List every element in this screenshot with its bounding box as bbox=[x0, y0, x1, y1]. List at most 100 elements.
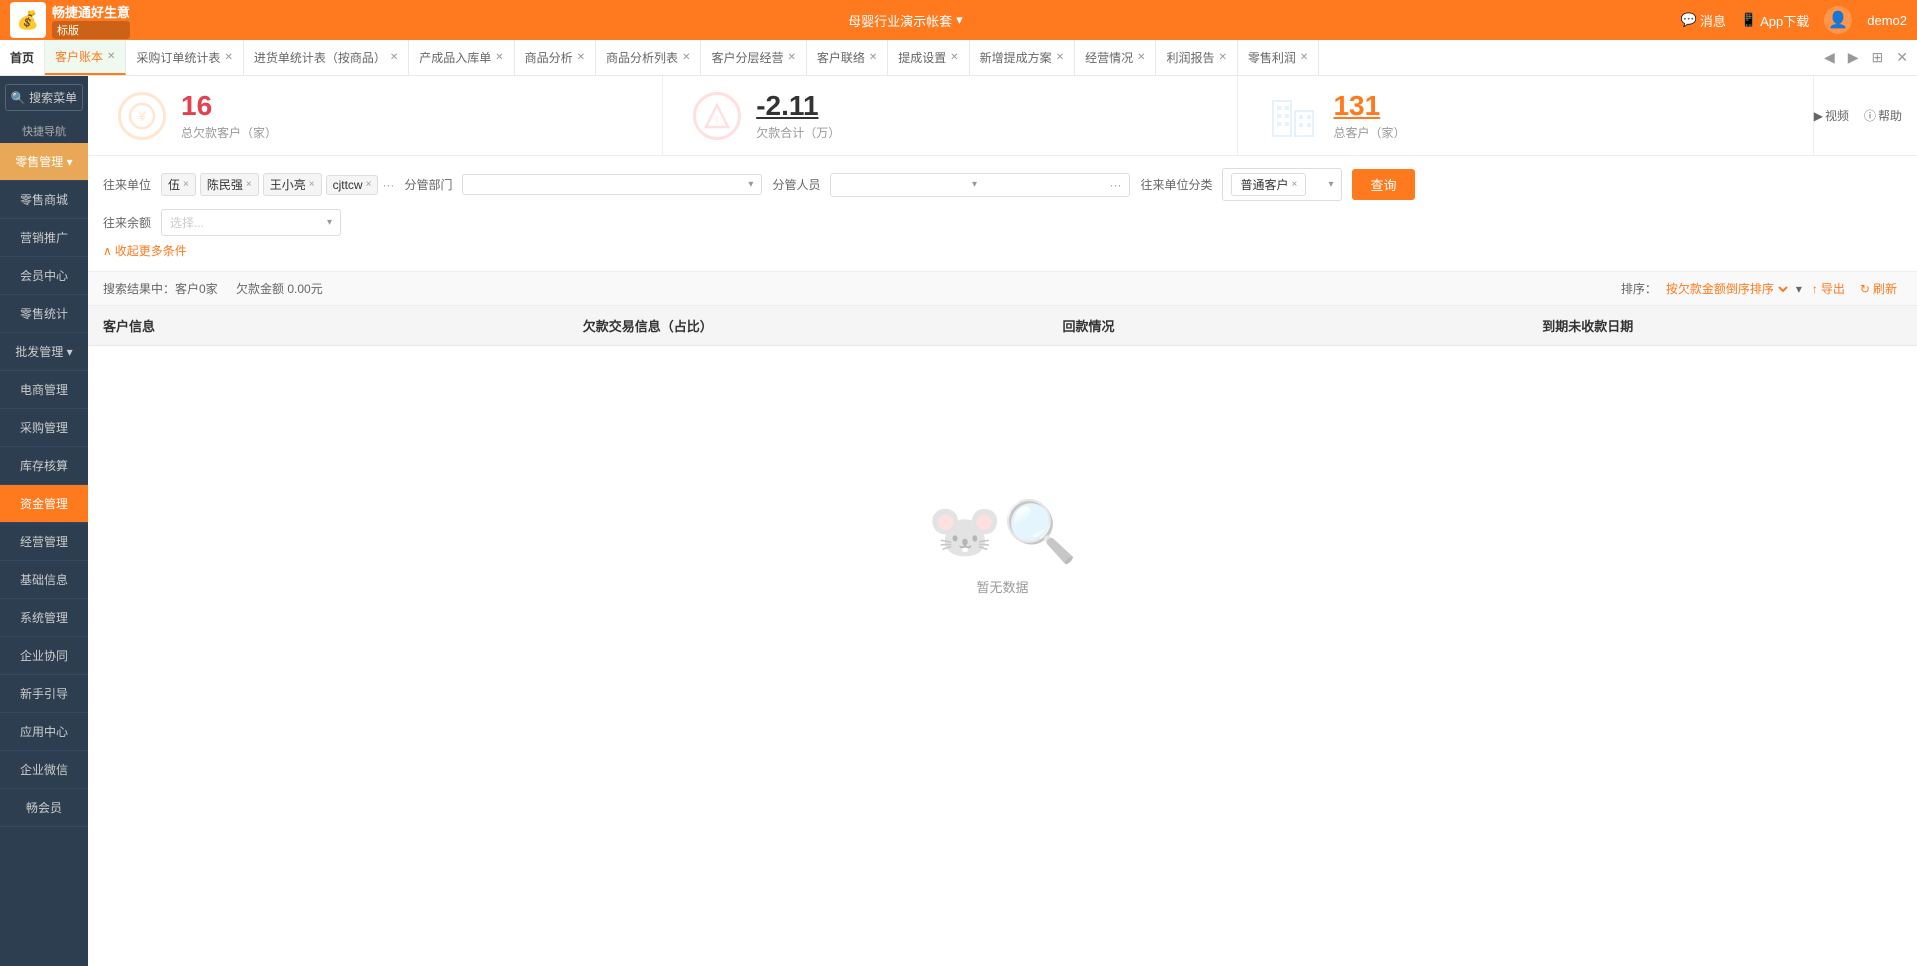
quick-nav-label[interactable]: 快捷导航 bbox=[0, 119, 88, 143]
sidebar-item-purchase-label: 采购管理 bbox=[20, 421, 68, 435]
sidebar-item-operation[interactable]: 经营管理 bbox=[0, 523, 88, 561]
sidebar-item-wechat[interactable]: 企业微信 bbox=[0, 751, 88, 789]
sidebar-item-marketing[interactable]: 营销推广 bbox=[0, 219, 88, 257]
tab-goods-analysis[interactable]: 商品分析 ✕ bbox=[515, 40, 596, 75]
query-button[interactable]: 查询 bbox=[1352, 169, 1414, 200]
header-right: 💬 消息 📱 App下载 👤 demo2 bbox=[1681, 6, 1907, 34]
tab-profit[interactable]: 利润报告 ✕ bbox=[1156, 40, 1237, 75]
search-menu-btn[interactable]: 🔍 搜索菜单 bbox=[5, 84, 83, 111]
more-tags-btn[interactable]: ··· bbox=[382, 178, 394, 192]
sidebar-item-retail-stat[interactable]: 零售统计 bbox=[0, 295, 88, 333]
sidebar-item-system[interactable]: 系统管理 bbox=[0, 599, 88, 637]
unit-type-select[interactable]: 普通客户 × ▾ bbox=[1222, 168, 1342, 201]
unit-tag-1-close[interactable]: × bbox=[246, 179, 252, 190]
content-area: ¥ 16 总欠款客户（家） ! -2.11 欠款合计 bbox=[88, 76, 1917, 966]
col-repayment: 回款情况 bbox=[1062, 316, 1542, 335]
tab-production[interactable]: 产成品入库单 ✕ bbox=[409, 40, 514, 75]
tab-commission-settings-close[interactable]: ✕ bbox=[950, 52, 958, 63]
sidebar-item-purchase[interactable]: 采购管理 bbox=[0, 409, 88, 447]
unit-tag-0: 伍 × bbox=[161, 173, 196, 196]
tab-customer-layer[interactable]: 客户分层经营 ✕ bbox=[701, 40, 806, 75]
export-btn[interactable]: ↑ 导出 bbox=[1807, 278, 1850, 299]
sidebar-item-ecommerce[interactable]: 电商管理 bbox=[0, 371, 88, 409]
stat-icon-debt: ! bbox=[693, 92, 741, 140]
store-selector[interactable]: 母婴行业演示帐套 ▾ bbox=[848, 11, 963, 30]
tab-accounts[interactable]: 客户账本 ✕ bbox=[45, 40, 126, 75]
sidebar-item-wholesale[interactable]: 批发管理 ▾ bbox=[0, 333, 88, 371]
dept-select[interactable]: ▾ bbox=[462, 174, 762, 195]
tab-customer-contact-close[interactable]: ✕ bbox=[869, 52, 877, 63]
unit-tag-3: cjttcw × bbox=[326, 175, 379, 195]
tab-accounts-close[interactable]: ✕ bbox=[107, 51, 115, 62]
tab-customer-layer-close[interactable]: ✕ bbox=[787, 52, 795, 63]
sidebar-item-app-center[interactable]: 应用中心 bbox=[0, 713, 88, 751]
balance-select[interactable]: 选择... ▾ bbox=[161, 209, 341, 236]
messages-btn[interactable]: 💬 消息 bbox=[1681, 11, 1726, 30]
tab-customer-contact[interactable]: 客户联络 ✕ bbox=[807, 40, 888, 75]
unit-type-tag-close[interactable]: × bbox=[1292, 179, 1298, 190]
tab-operation-close[interactable]: ✕ bbox=[1137, 52, 1145, 63]
filter-row-2: 往来余额 选择... ▾ bbox=[103, 209, 1902, 236]
search-icon: 🔍 bbox=[11, 91, 26, 105]
collapse-btn[interactable]: ∧ 收起更多条件 bbox=[103, 242, 1902, 259]
tab-production-close[interactable]: ✕ bbox=[495, 52, 503, 63]
tab-expand-btn[interactable]: ⊞ bbox=[1868, 47, 1888, 68]
help-btn[interactable]: ⓘ 帮助 bbox=[1864, 107, 1902, 124]
unit-tag-2-text: 王小亮 bbox=[270, 176, 306, 193]
tab-purchase-order-close[interactable]: ✕ bbox=[224, 52, 232, 63]
tab-next-btn[interactable]: ▶ bbox=[1844, 47, 1863, 68]
unit-type-arrow-icon: ▾ bbox=[1328, 179, 1333, 190]
sidebar-item-member[interactable]: 会员中心 bbox=[0, 257, 88, 295]
sort-select[interactable]: 按欠款金额倒序排序 bbox=[1662, 281, 1791, 297]
search-amount-text: 欠款金额 0.00元 bbox=[236, 282, 323, 296]
stat-controls: ▶ 视频 ⓘ 帮助 bbox=[1814, 107, 1917, 124]
sidebar-item-guide[interactable]: 新手引导 bbox=[0, 675, 88, 713]
tab-purchase-order[interactable]: 采购订单统计表 ✕ bbox=[126, 40, 243, 75]
tab-commission-settings[interactable]: 提成设置 ✕ bbox=[888, 40, 969, 75]
sidebar-item-retail[interactable]: 零售管理 ▾ bbox=[0, 143, 88, 181]
unit-tag-2-close[interactable]: × bbox=[309, 179, 315, 190]
refresh-btn[interactable]: ↻ 刷新 bbox=[1855, 278, 1902, 299]
svg-text:¥: ¥ bbox=[137, 108, 146, 124]
logo-area: 💰 畅捷通好生意 标版 bbox=[10, 2, 130, 39]
tab-operation[interactable]: 经营情况 ✕ bbox=[1075, 40, 1156, 75]
sidebar-item-wechat-label: 企业微信 bbox=[20, 763, 68, 777]
tab-goods-analysis-close[interactable]: ✕ bbox=[577, 52, 585, 63]
tab-new-scheme[interactable]: 新增提成方案 ✕ bbox=[970, 40, 1075, 75]
tab-profit-close[interactable]: ✕ bbox=[1219, 52, 1227, 63]
tab-stock-stat[interactable]: 进货单统计表（按商品） ✕ bbox=[244, 40, 409, 75]
sidebar-item-retail-mall-label: 零售商城 bbox=[20, 193, 68, 207]
tab-goods-list-close[interactable]: ✕ bbox=[682, 52, 690, 63]
sidebar-item-finance[interactable]: 资金管理 bbox=[0, 485, 88, 523]
person-select[interactable]: ▾ ··· bbox=[830, 173, 1130, 197]
logo-icon: 💰 bbox=[10, 2, 46, 38]
sidebar-item-inventory[interactable]: 库存核算 bbox=[0, 447, 88, 485]
unit-tag-0-close[interactable]: × bbox=[183, 179, 189, 190]
unit-tag-3-close[interactable]: × bbox=[366, 179, 372, 190]
user-avatar[interactable]: 👤 bbox=[1824, 6, 1852, 34]
tab-prev-btn[interactable]: ◀ bbox=[1820, 47, 1839, 68]
tab-retail-profit[interactable]: 零售利润 ✕ bbox=[1238, 40, 1319, 75]
tab-retail-profit-close[interactable]: ✕ bbox=[1300, 52, 1308, 63]
app-download-btn[interactable]: 📱 App下载 bbox=[1741, 11, 1809, 30]
balance-arrow-icon: ▾ bbox=[327, 217, 332, 228]
stat-number-debtors: 16 bbox=[181, 90, 277, 122]
app-download-label: App下载 bbox=[1760, 11, 1809, 30]
app-icon: 📱 bbox=[1741, 12, 1757, 28]
sidebar-item-marketing-label: 营销推广 bbox=[20, 231, 68, 245]
tab-bar: 首页 客户账本 ✕ 采购订单统计表 ✕ 进货单统计表（按商品） ✕ 产成品入库单… bbox=[0, 40, 1917, 76]
sidebar-item-inventory-label: 库存核算 bbox=[20, 459, 68, 473]
sidebar-item-retail-mall[interactable]: 零售商城 bbox=[0, 181, 88, 219]
tab-close-all-btn[interactable]: ✕ bbox=[1892, 47, 1912, 68]
user-name[interactable]: demo2 bbox=[1867, 13, 1907, 28]
sidebar-item-guide-label: 新手引导 bbox=[20, 687, 68, 701]
tab-home[interactable]: 首页 bbox=[0, 40, 45, 75]
tab-stock-stat-close[interactable]: ✕ bbox=[390, 52, 398, 63]
video-btn[interactable]: ▶ 视频 bbox=[1814, 107, 1849, 124]
tab-goods-list[interactable]: 商品分析列表 ✕ bbox=[596, 40, 701, 75]
sidebar-item-cooperation[interactable]: 企业协同 bbox=[0, 637, 88, 675]
sidebar-item-member2[interactable]: 畅会员 bbox=[0, 789, 88, 827]
tab-new-scheme-close[interactable]: ✕ bbox=[1056, 52, 1064, 63]
sidebar-item-basic-info[interactable]: 基础信息 bbox=[0, 561, 88, 599]
export-label: 导出 bbox=[1821, 280, 1845, 297]
